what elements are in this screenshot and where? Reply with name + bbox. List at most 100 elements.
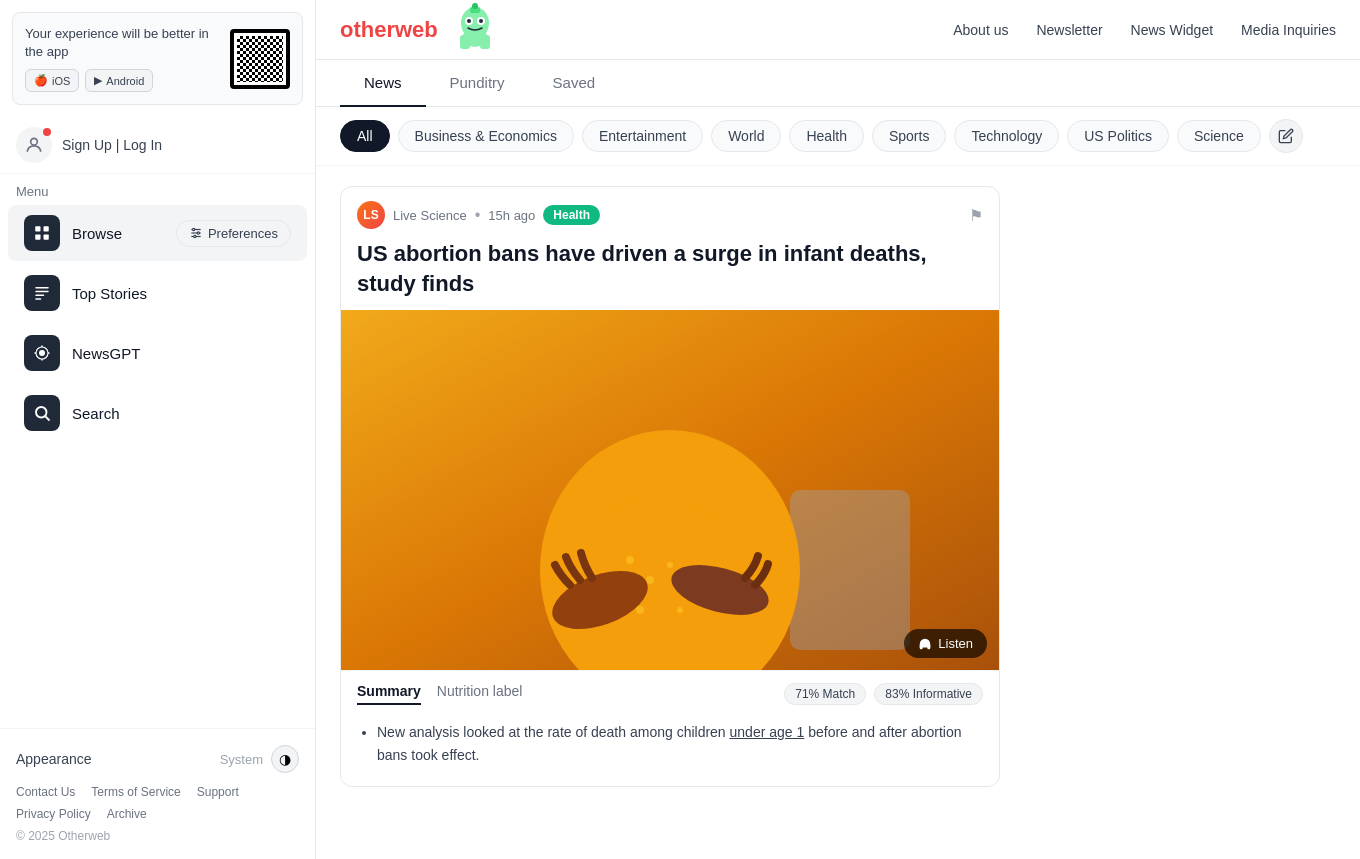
summary-tabs: Summary Nutrition label [357,683,522,705]
sidebar: Your experience will be better in the ap… [0,0,316,859]
svg-point-0 [31,139,38,146]
support-link[interactable]: Support [197,785,239,799]
svg-rect-12 [35,291,49,293]
tab-nutrition[interactable]: Nutrition label [437,683,523,705]
appearance-row: Appearance System ◑ [16,745,299,773]
listen-label: Listen [938,636,973,651]
top-stories-icon [24,275,60,311]
copyright: © 2025 Otherweb [16,829,299,843]
tab-summary[interactable]: Summary [357,683,421,705]
svg-point-44 [677,607,683,613]
article-source: LS Live Science • 15h ago Health [357,201,600,229]
svg-point-32 [472,3,478,9]
source-time: 15h ago [488,208,535,223]
sidebar-item-search[interactable]: Search [8,385,307,441]
edit-categories-button[interactable] [1269,119,1303,153]
qr-code [230,29,290,89]
article-title: US abortion bans have driven a surge in … [341,239,999,310]
browse-icon [24,215,60,251]
source-icon: LS [357,201,385,229]
article-image [341,310,999,670]
svg-point-15 [39,350,45,356]
age-link[interactable]: under age 1 [730,724,805,740]
sidebar-item-top-stories[interactable]: Top Stories [8,265,307,321]
category-sports[interactable]: Sports [872,120,946,152]
bullet-item: New analysis looked at the rate of death… [377,721,983,766]
auth-row[interactable]: Sign Up | Log In [0,117,315,174]
media-inquiries-link[interactable]: Media Inquiries [1241,22,1336,38]
category-us-politics[interactable]: US Politics [1067,120,1169,152]
svg-point-8 [192,229,194,231]
search-label: Search [72,405,291,422]
android-button[interactable]: ▶ Android [85,69,153,92]
tab-saved[interactable]: Saved [529,60,620,107]
ios-button[interactable]: 🍎 iOS [25,69,79,92]
news-widget-link[interactable]: News Widget [1131,22,1213,38]
summary-bar: Summary Nutrition label 71% Match 83% In… [341,670,999,713]
logo-area: otherweb [340,3,502,57]
newsgpt-icon [24,335,60,371]
category-world[interactable]: World [711,120,781,152]
notification-dot [43,128,51,136]
tab-punditry[interactable]: Punditry [426,60,529,107]
sidebar-footer: Appearance System ◑ Contact Us Terms of … [0,728,315,859]
archive-link[interactable]: Archive [107,807,147,821]
svg-rect-35 [790,490,910,650]
source-name: Live Science [393,208,467,223]
flag-button[interactable]: ⚑ [969,206,983,225]
top-stories-label: Top Stories [72,285,291,302]
svg-line-22 [45,417,49,421]
svg-rect-4 [44,235,49,240]
browse-label: Browse [72,225,164,242]
source-separator: • [475,206,481,224]
article-bullets: New analysis looked at the rate of death… [341,713,999,786]
app-promo-content: Your experience will be better in the ap… [25,25,220,92]
content-area: LS Live Science • 15h ago Health ⚑ US ab… [316,166,1360,859]
svg-point-9 [197,232,199,234]
sidebar-item-newsgpt[interactable]: NewsGPT [8,325,307,381]
svg-rect-14 [35,299,41,301]
svg-point-43 [636,606,644,614]
category-bar: All Business & Economics Entertainment W… [316,107,1360,166]
terms-link[interactable]: Terms of Service [91,785,180,799]
sign-up-link[interactable]: Sign Up | Log In [62,137,162,153]
svg-rect-2 [44,227,49,232]
app-promo-text: Your experience will be better in the ap… [25,25,220,61]
theme-toggle-button[interactable]: ◑ [271,745,299,773]
app-promo-banner: Your experience will be better in the ap… [12,12,303,105]
system-label: System [220,752,263,767]
preferences-button[interactable]: Preferences [176,220,291,247]
listen-button[interactable]: Listen [904,629,987,658]
category-entertainment[interactable]: Entertainment [582,120,703,152]
category-business[interactable]: Business & Economics [398,120,574,152]
svg-rect-13 [35,295,44,297]
svg-point-38 [626,556,634,564]
android-icon: ▶ [94,74,102,87]
newsgpt-label: NewsGPT [72,345,291,362]
privacy-link[interactable]: Privacy Policy [16,807,91,821]
category-badge: Health [543,205,600,225]
header-nav: About us Newsletter News Widget Media In… [953,22,1336,38]
about-us-link[interactable]: About us [953,22,1008,38]
svg-point-27 [479,19,483,23]
match-badges: 71% Match 83% Informative [784,683,983,705]
svg-point-10 [194,236,196,238]
category-technology[interactable]: Technology [954,120,1059,152]
newsletter-link[interactable]: Newsletter [1036,22,1102,38]
mascot [448,3,502,57]
top-header: otherweb About us [316,0,1360,60]
svg-point-26 [467,19,471,23]
svg-rect-11 [35,287,49,289]
match-badge: 71% Match [784,683,866,705]
menu-label: Menu [0,174,315,203]
category-health[interactable]: Health [789,120,863,152]
svg-point-40 [667,562,673,568]
article-card: LS Live Science • 15h ago Health ⚑ US ab… [340,186,1000,787]
contact-link[interactable]: Contact Us [16,785,75,799]
sidebar-item-browse[interactable]: Browse Preferences [8,205,307,261]
category-all[interactable]: All [340,120,390,152]
main-content: otherweb About us [316,0,1360,859]
category-science[interactable]: Science [1177,120,1261,152]
appearance-label: Appearance [16,751,92,767]
tab-news[interactable]: News [340,60,426,107]
